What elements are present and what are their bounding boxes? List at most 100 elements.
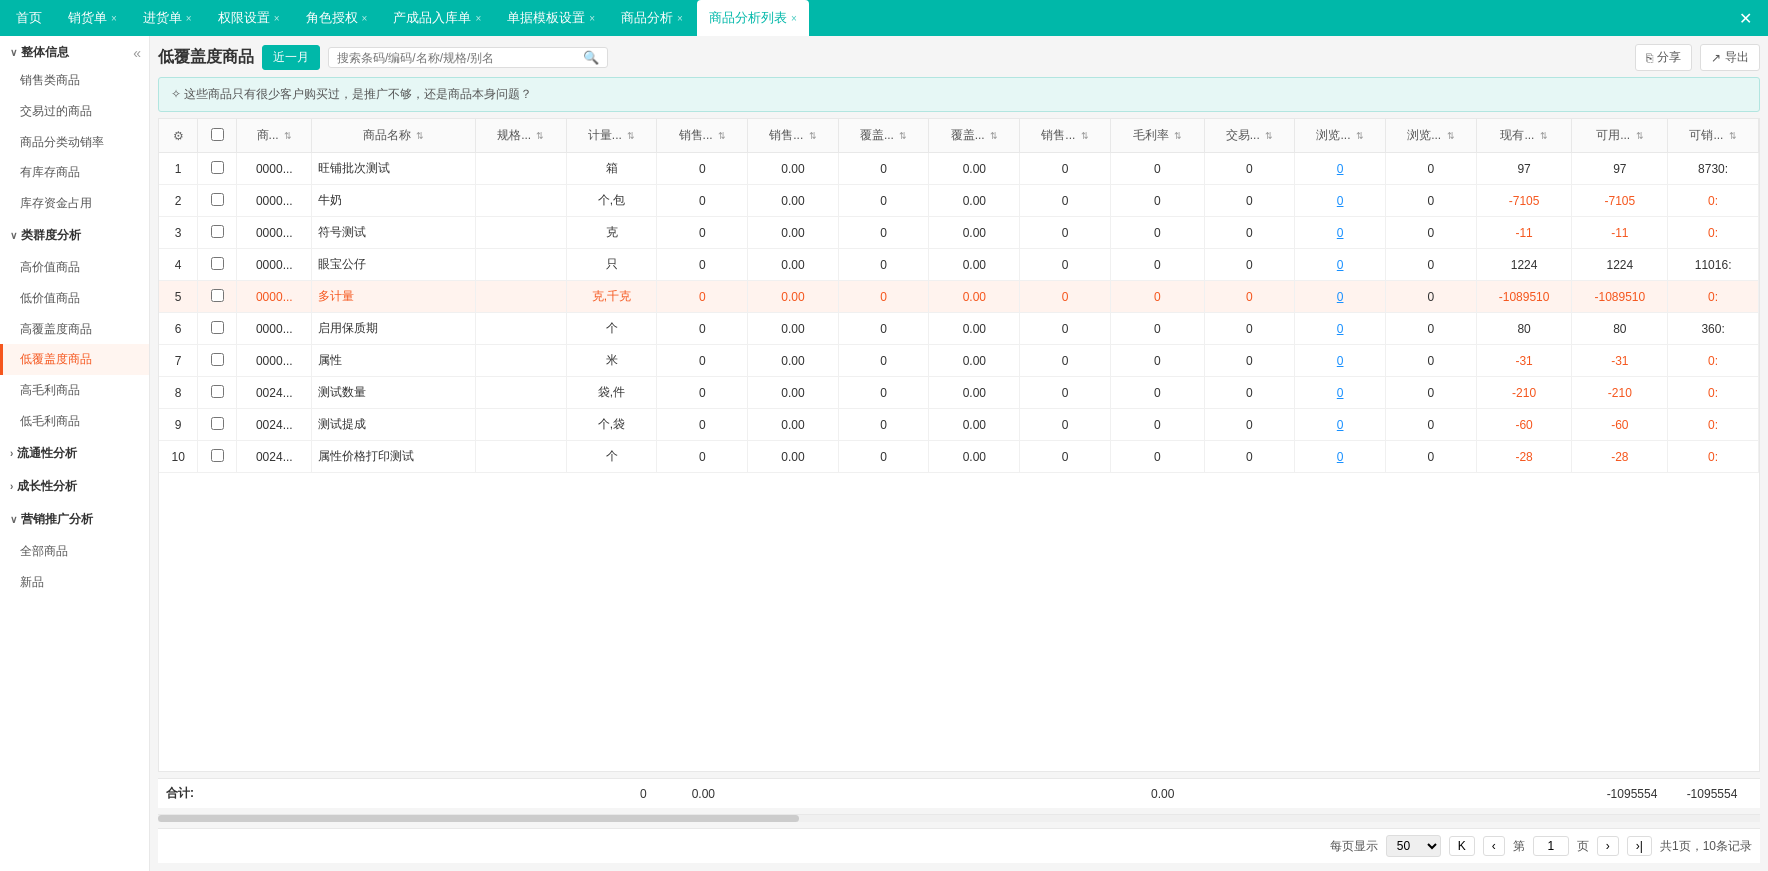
row-checkbox[interactable] (198, 185, 237, 217)
row-browse1[interactable]: 0 (1295, 313, 1386, 345)
row-checkbox[interactable] (198, 409, 237, 441)
row-cover1: 0 (838, 313, 929, 345)
col-sales2[interactable]: 销售... ⇅ (1020, 119, 1111, 153)
search-icon[interactable]: 🔍 (583, 50, 599, 65)
row-checkbox[interactable] (198, 377, 237, 409)
row-checkbox[interactable] (198, 153, 237, 185)
row-checkbox[interactable] (198, 281, 237, 313)
tab-purchase-close[interactable]: × (186, 13, 192, 24)
export-button[interactable]: ↗ 导出 (1700, 44, 1760, 71)
col-browse1[interactable]: 浏览... ⇅ (1295, 119, 1386, 153)
col-code[interactable]: 商... ⇅ (237, 119, 312, 153)
row-code: 0000... (237, 217, 312, 249)
sidebar-item-all-goods[interactable]: 全部商品 (0, 536, 149, 567)
tab-product-analysis-list-close[interactable]: × (791, 13, 797, 24)
sidebar-item-high-value[interactable]: 高价值商品 (0, 252, 149, 283)
tab-product-stock-close[interactable]: × (475, 13, 481, 24)
search-input[interactable] (337, 51, 579, 65)
col-coverage2[interactable]: 覆盖... ⇅ (929, 119, 1020, 153)
sidebar-item-traded-goods[interactable]: 交易过的商品 (0, 96, 149, 127)
tab-sales-order-close[interactable]: × (111, 13, 117, 24)
col-sales-qty[interactable]: 销售... ⇅ (657, 119, 748, 153)
tab-purchase[interactable]: 进货单 × (131, 0, 204, 36)
row-browse1[interactable]: 0 (1295, 185, 1386, 217)
row-sales-qty: 0 (657, 313, 748, 345)
sidebar-item-low-coverage[interactable]: 低覆盖度商品 (0, 344, 149, 375)
tab-permissions[interactable]: 权限设置 × (206, 0, 292, 36)
col-name[interactable]: 商品名称 ⇅ (312, 119, 476, 153)
col-trade[interactable]: 交易... ⇅ (1204, 119, 1295, 153)
tab-home[interactable]: 首页 (4, 0, 54, 36)
next-page-button[interactable]: › (1597, 836, 1619, 856)
col-sellable[interactable]: 可销... ⇅ (1668, 119, 1759, 153)
sidebar-section-overall[interactable]: ∨ 整体信息 (10, 44, 69, 61)
col-unit[interactable]: 计量... ⇅ (566, 119, 657, 153)
row-browse1[interactable]: 0 (1295, 249, 1386, 281)
select-all-checkbox[interactable] (211, 128, 224, 141)
sidebar-item-low-margin[interactable]: 低毛利商品 (0, 406, 149, 437)
row-checkbox[interactable] (198, 249, 237, 281)
col-gross-rate[interactable]: 毛利率 ⇅ (1110, 119, 1204, 153)
sidebar-section-liquidity[interactable]: › 流通性分析 (0, 437, 149, 470)
row-browse1[interactable]: 0 (1295, 217, 1386, 249)
tab-template-close[interactable]: × (589, 13, 595, 24)
sidebar-item-new-goods[interactable]: 新品 (0, 567, 149, 598)
row-current: 80 (1476, 313, 1572, 345)
tab-sales-order[interactable]: 销货单 × (56, 0, 129, 36)
row-spec (475, 153, 566, 185)
first-page-button[interactable]: K (1449, 836, 1475, 856)
last-page-button[interactable]: ›| (1627, 836, 1652, 856)
page-size-select[interactable]: 50 20 100 (1386, 835, 1441, 857)
settings-icon[interactable]: ⚙ (173, 129, 184, 143)
page-number-input[interactable] (1533, 836, 1569, 856)
share-button[interactable]: ⎘ 分享 (1635, 44, 1692, 71)
col-browse2[interactable]: 浏览... ⇅ (1386, 119, 1477, 153)
row-checkbox[interactable] (198, 217, 237, 249)
row-browse1[interactable]: 0 (1295, 377, 1386, 409)
prev-page-button[interactable]: ‹ (1483, 836, 1505, 856)
row-browse1[interactable]: 0 (1295, 153, 1386, 185)
sidebar-item-high-margin[interactable]: 高毛利商品 (0, 375, 149, 406)
row-checkbox[interactable] (198, 313, 237, 345)
col-checkbox[interactable] (198, 119, 237, 153)
tab-product-analysis[interactable]: 商品分析 × (609, 0, 695, 36)
table-row: 8 0024... 测试数量 袋,件 0 0.00 0 0.00 0 0 0 0… (159, 377, 1759, 409)
row-code: 0000... (237, 281, 312, 313)
row-browse1[interactable]: 0 (1295, 345, 1386, 377)
col-coverage1[interactable]: 覆盖... ⇅ (838, 119, 929, 153)
tab-permissions-close[interactable]: × (274, 13, 280, 24)
row-current: -210 (1476, 377, 1572, 409)
sidebar-item-sales-goods[interactable]: 销售类商品 (0, 65, 149, 96)
row-checkbox[interactable] (198, 441, 237, 473)
tab-product-analysis-close[interactable]: × (677, 13, 683, 24)
row-browse2: 0 (1386, 377, 1477, 409)
sidebar-collapse-button[interactable]: « (133, 45, 141, 61)
row-checkbox[interactable] (198, 345, 237, 377)
sidebar-item-category-rate[interactable]: 商品分类动销率 (0, 127, 149, 158)
sidebar-item-low-value[interactable]: 低价值商品 (0, 283, 149, 314)
filter-recent-month-button[interactable]: 近一月 (262, 45, 320, 70)
tab-product-stock[interactable]: 产成品入库单 × (381, 0, 493, 36)
col-spec[interactable]: 规格... ⇅ (475, 119, 566, 153)
row-browse1[interactable]: 0 (1295, 409, 1386, 441)
sidebar-item-in-stock[interactable]: 有库存商品 (0, 157, 149, 188)
row-browse1[interactable]: 0 (1295, 441, 1386, 473)
tab-roles-close[interactable]: × (362, 13, 368, 24)
row-num: 9 (159, 409, 198, 441)
row-browse1[interactable]: 0 (1295, 281, 1386, 313)
sidebar-section-cluster[interactable]: ∨ 类群度分析 (0, 219, 149, 252)
col-current[interactable]: 现有... ⇅ (1476, 119, 1572, 153)
tab-roles[interactable]: 角色授权 × (294, 0, 380, 36)
scrollbar-thumb[interactable] (158, 815, 799, 822)
col-sales-amt[interactable]: 销售... ⇅ (748, 119, 839, 153)
sidebar-item-high-coverage[interactable]: 高覆盖度商品 (0, 314, 149, 345)
tab-template[interactable]: 单据模板设置 × (495, 0, 607, 36)
window-close-button[interactable]: ✕ (1727, 9, 1764, 28)
col-available[interactable]: 可用... ⇅ (1572, 119, 1668, 153)
horizontal-scrollbar[interactable] (158, 814, 1760, 822)
tab-product-analysis-list[interactable]: 商品分析列表 × (697, 0, 809, 36)
sidebar-section-growth[interactable]: › 成长性分析 (0, 470, 149, 503)
sidebar-section-marketing[interactable]: ∨ 营销推广分析 (0, 503, 149, 536)
sidebar-item-stock-capital[interactable]: 库存资金占用 (0, 188, 149, 219)
col-settings[interactable]: ⚙ (159, 119, 198, 153)
